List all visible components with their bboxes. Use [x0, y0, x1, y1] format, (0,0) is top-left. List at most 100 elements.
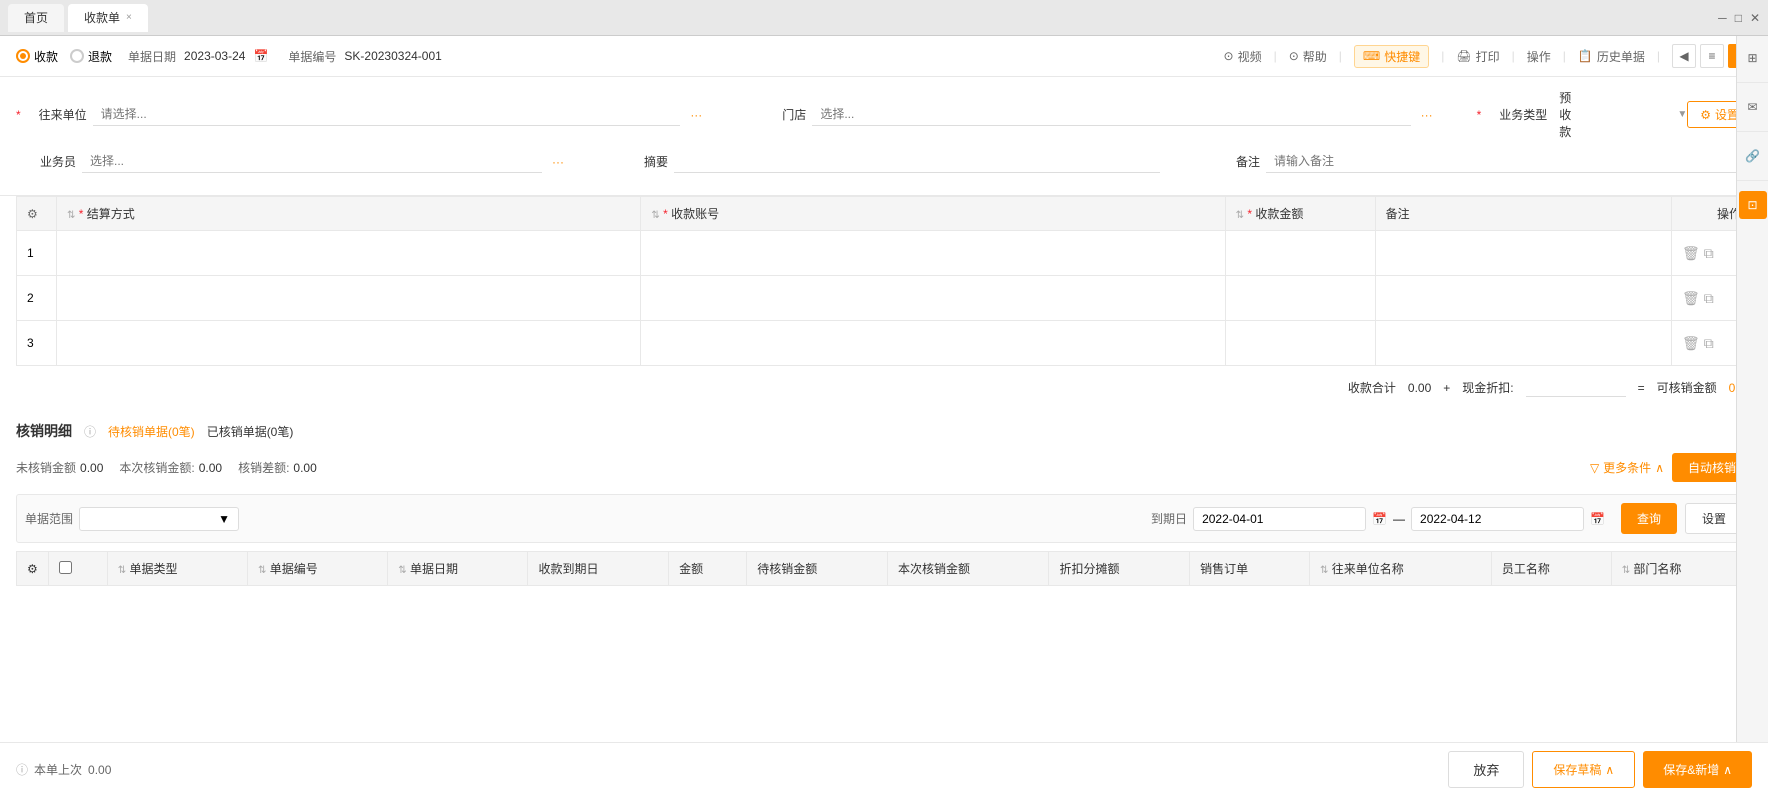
remark-input[interactable]	[1266, 150, 1752, 173]
tab-current[interactable]: 收款单 ×	[68, 4, 148, 32]
calendar-icon[interactable]: 📅	[253, 49, 268, 63]
save-new-button[interactable]: 保存&新增 ∧	[1643, 751, 1752, 788]
row-settlement-1[interactable]	[57, 231, 641, 276]
business-dropdown-icon[interactable]: ▼	[1677, 109, 1687, 120]
save-new-label: 保存&新增	[1663, 761, 1719, 778]
settlement-label: 结算方式	[87, 207, 135, 221]
minimize-icon[interactable]: ─	[1718, 11, 1727, 25]
range-dropdown[interactable]: ▼	[79, 507, 239, 531]
refund-radio[interactable]	[70, 49, 84, 63]
row-num-1: 1	[17, 231, 57, 276]
tab-home[interactable]: 首页	[8, 4, 64, 32]
history-label: 历史单据	[1597, 48, 1645, 65]
remark-label: 备注	[1200, 153, 1260, 170]
refund-option[interactable]: 退款	[70, 48, 112, 65]
staff-input[interactable]	[82, 150, 542, 173]
sidebar-attachment-icon[interactable]: 🔗	[1739, 142, 1767, 170]
sort-icon: ⇅	[67, 210, 75, 221]
video-btn[interactable]: ⊙ 视频	[1224, 48, 1262, 65]
nuclear-title: 核销明细	[16, 421, 72, 441]
store-label: 门店	[746, 106, 806, 123]
row-remark-2[interactable]	[1375, 276, 1671, 321]
history-btn[interactable]: 📋 历史单据	[1578, 48, 1645, 65]
date-separator: —	[1393, 512, 1405, 526]
diff-label: 核销差额:	[238, 459, 289, 476]
amount-label: 收款金额	[1255, 207, 1303, 221]
sidebar-screenshot-icon[interactable]: ⊡	[1739, 191, 1767, 219]
row-account-3[interactable]	[641, 321, 1225, 366]
counterpart-input[interactable]	[93, 103, 681, 126]
row-settlement-2[interactable]	[57, 276, 641, 321]
store-more-btn[interactable]: ···	[1417, 108, 1437, 122]
row-amount-2[interactable]	[1225, 276, 1375, 321]
calendar-to-icon[interactable]: 📅	[1590, 512, 1605, 526]
summary-field: 摘要	[608, 150, 1160, 173]
date-to-input[interactable]	[1411, 507, 1584, 531]
list-view-icon[interactable]: ≡	[1700, 44, 1724, 68]
operations-btn[interactable]: 操作	[1527, 48, 1551, 65]
query-button[interactable]: 查询	[1621, 503, 1677, 534]
shortcut-label: 快捷键	[1384, 48, 1420, 65]
date-range: 📅 — 📅	[1193, 507, 1605, 531]
staff-more-btn[interactable]: ···	[548, 155, 568, 169]
copy-icon-1[interactable]: ⧉	[1704, 245, 1714, 262]
select-all-checkbox[interactable]	[59, 561, 72, 574]
nuclear-section: 核销明细 ⓘ 待核销单据(0笔) 已核销单据(0笔) 未核销金额 0.00 本次…	[0, 409, 1768, 598]
info-icon[interactable]: ⓘ	[84, 423, 96, 440]
dropdown-arrow: ▼	[218, 512, 230, 526]
pending-tab[interactable]: 待核销单据(0笔)	[108, 423, 195, 440]
sidebar-divider-2	[1737, 131, 1768, 132]
row-amount-1[interactable]	[1225, 231, 1375, 276]
copy-icon-2[interactable]: ⧉	[1704, 290, 1714, 307]
date-from-input[interactable]	[1193, 507, 1366, 531]
close-tab-icon[interactable]: ×	[126, 4, 132, 32]
row-account-2[interactable]	[641, 276, 1225, 321]
col-counterpart-header: ⇅ 往来单位名称	[1309, 552, 1491, 586]
filter-settings-btn[interactable]: 设置	[1685, 503, 1743, 534]
col-amount-header: ⇅ * 收款金额	[1225, 197, 1375, 231]
prev-view-icon[interactable]: ◀	[1672, 44, 1696, 68]
sidebar-table-icon[interactable]: ⊞	[1739, 44, 1767, 72]
bottom-table: ⚙ ⇅ 单据类型 ⇅ 单据编号 ⇅ 单据日期	[16, 551, 1752, 586]
col-checkbox: ⚙	[17, 552, 49, 586]
diff-stat: 核销差额: 0.00	[238, 459, 317, 476]
delete-icon-3[interactable]: 🗑	[1682, 335, 1700, 352]
maximize-icon[interactable]: □	[1735, 11, 1742, 25]
store-input[interactable]	[812, 103, 1410, 126]
current-stat: 本次核销金额: 0.00	[119, 459, 222, 476]
delete-icon-1[interactable]: 🗑	[1682, 245, 1700, 262]
more-conditions-btn[interactable]: ▽ 更多条件 ∧	[1590, 459, 1664, 476]
delete-icon-2[interactable]: 🗑	[1682, 290, 1700, 307]
table-settings-icon-2[interactable]: ⚙	[27, 562, 38, 576]
sort-icon-type: ⇅	[118, 565, 126, 576]
play-icon: ⊙	[1224, 49, 1234, 63]
close-window-icon[interactable]: ✕	[1750, 11, 1760, 25]
receipt-option[interactable]: 收款	[16, 48, 58, 65]
row-account-1[interactable]	[641, 231, 1225, 276]
counterpart-more-btn[interactable]: ···	[686, 108, 706, 122]
date-value: 2023-03-24	[184, 49, 245, 63]
row-amount-3[interactable]	[1225, 321, 1375, 366]
save-draft-button[interactable]: 保存草稿 ∧	[1532, 751, 1635, 788]
shortcut-btn[interactable]: ⌨ 快捷键	[1354, 45, 1429, 68]
required-star-settlement: *	[79, 207, 84, 221]
summary-input[interactable]	[674, 150, 1160, 173]
receipt-radio[interactable]	[16, 49, 30, 63]
form-section: * 往来单位 ··· 门店 ··· * 业务类型 预收款 ▼ ⚙ 设置	[0, 77, 1768, 196]
row-settlement-3[interactable]	[57, 321, 641, 366]
table-settings-icon[interactable]: ⚙	[27, 207, 38, 221]
abandon-button[interactable]: 放弃	[1448, 751, 1524, 788]
discount-input[interactable]	[1526, 378, 1626, 397]
col-staff-header: 员工名称	[1491, 552, 1611, 586]
copy-icon-3[interactable]: ⧉	[1704, 335, 1714, 352]
help-btn[interactable]: ⊙ 帮助	[1289, 48, 1327, 65]
info-icon-footer[interactable]: ⓘ	[16, 761, 28, 778]
done-tab[interactable]: 已核销单据(0笔)	[207, 423, 294, 440]
row-remark-3[interactable]	[1375, 321, 1671, 366]
calendar-from-icon[interactable]: 📅	[1372, 512, 1387, 526]
sidebar-mail-icon[interactable]: ✉	[1739, 93, 1767, 121]
row-remark-1[interactable]	[1375, 231, 1671, 276]
help-label: 帮助	[1303, 48, 1327, 65]
print-btn[interactable]: 🖨 打印	[1456, 48, 1499, 65]
col-checkbox-check	[48, 552, 107, 586]
